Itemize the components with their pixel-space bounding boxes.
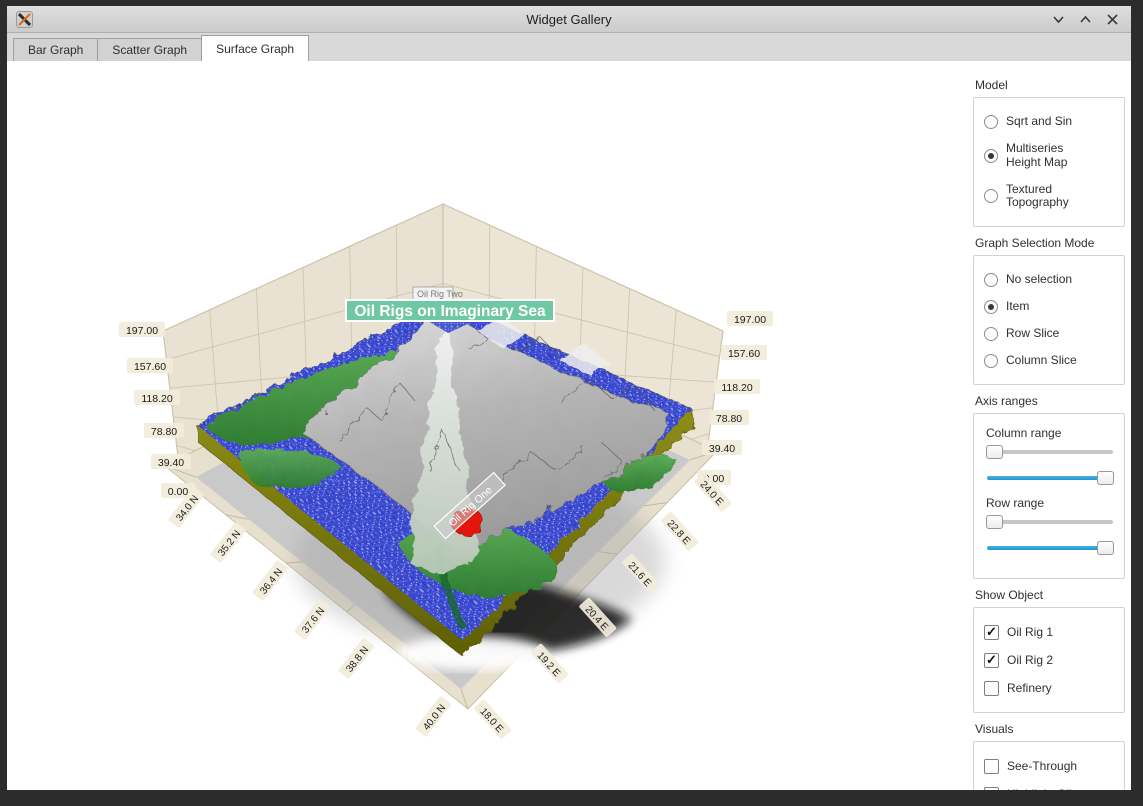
radio-multiseries-height-map[interactable]: Multiseries Height Map bbox=[984, 142, 1116, 170]
svg-text:78.80: 78.80 bbox=[716, 413, 742, 425]
visuals-group-label: Visuals bbox=[975, 722, 1123, 736]
radio-icon[interactable] bbox=[984, 273, 998, 287]
row-range-max-slider[interactable] bbox=[986, 540, 1114, 556]
svg-text:197.00: 197.00 bbox=[734, 314, 766, 326]
svg-text:39.40: 39.40 bbox=[158, 457, 184, 469]
window-title: Widget Gallery bbox=[7, 12, 1131, 27]
tab-bar: Bar Graph Scatter Graph Surface Graph bbox=[7, 33, 1131, 61]
svg-text:Oil Rigs on Imaginary Sea: Oil Rigs on Imaginary Sea bbox=[354, 303, 546, 320]
radio-column-slice[interactable]: Column Slice bbox=[984, 354, 1116, 368]
slider-handle[interactable] bbox=[986, 445, 1003, 459]
svg-text:Oil Rig Two: Oil Rig Two bbox=[417, 289, 463, 299]
column-range-label: Column range bbox=[986, 426, 1114, 440]
svg-text:39.40: 39.40 bbox=[709, 443, 735, 455]
slider-track-filled[interactable] bbox=[987, 546, 1113, 550]
tab-bar-graph[interactable]: Bar Graph bbox=[13, 38, 98, 61]
svg-text:118.20: 118.20 bbox=[141, 393, 172, 405]
radio-sqrt-and-sin[interactable]: Sqrt and Sin bbox=[984, 115, 1116, 129]
slider-handle[interactable] bbox=[1097, 541, 1114, 555]
surface-plot-3d[interactable]: Oil Rig Two Oil Rigs on Imaginary Sea Oi… bbox=[7, 61, 969, 789]
svg-text:197.00: 197.00 bbox=[126, 325, 158, 337]
minimize-icon[interactable] bbox=[1051, 12, 1065, 26]
tab-scatter-graph[interactable]: Scatter Graph bbox=[97, 38, 202, 61]
radio-icon[interactable] bbox=[984, 189, 998, 203]
selection-mode-group: No selection Item Row Slice Column Slice bbox=[973, 255, 1125, 385]
visuals-group: See-Through Highlight Oil Shadows bbox=[973, 741, 1125, 790]
column-range-max-slider[interactable] bbox=[986, 470, 1114, 486]
axis-ranges-group: Column range Row range bbox=[973, 413, 1125, 579]
close-icon[interactable] bbox=[1105, 12, 1119, 26]
tab-surface-graph[interactable]: Surface Graph bbox=[201, 35, 309, 61]
selection-mode-group-label: Graph Selection Mode bbox=[975, 236, 1123, 250]
checkbox-oil-rig-2[interactable]: Oil Rig 2 bbox=[984, 653, 1116, 668]
widget-gallery-window: Widget Gallery Bar Graph Scatter Graph S… bbox=[7, 6, 1131, 790]
svg-text:157.60: 157.60 bbox=[134, 361, 166, 373]
window-frame: Widget Gallery Bar Graph Scatter Graph S… bbox=[0, 0, 1143, 806]
checkbox-see-through[interactable]: See-Through bbox=[984, 759, 1116, 774]
slider-handle[interactable] bbox=[986, 515, 1003, 529]
checkbox-icon-checked[interactable] bbox=[984, 653, 999, 668]
slider-track[interactable] bbox=[987, 520, 1113, 524]
radio-item[interactable]: Item bbox=[984, 300, 1116, 314]
svg-text:118.20: 118.20 bbox=[721, 382, 752, 394]
radio-icon[interactable] bbox=[984, 327, 998, 341]
svg-text:0.00: 0.00 bbox=[168, 486, 189, 498]
checkbox-icon[interactable] bbox=[984, 787, 999, 790]
maximize-icon[interactable] bbox=[1078, 12, 1092, 26]
radio-icon[interactable] bbox=[984, 115, 998, 129]
column-range-min-slider[interactable] bbox=[986, 444, 1114, 460]
oil-rig-two-label[interactable]: Oil Rig Two bbox=[413, 287, 463, 300]
radio-textured-topography[interactable]: Textured Topography bbox=[984, 183, 1116, 211]
radio-icon[interactable] bbox=[984, 354, 998, 368]
radio-icon-selected[interactable] bbox=[984, 300, 998, 314]
surface-graph-page: Oil Rig Two Oil Rigs on Imaginary Sea Oi… bbox=[7, 61, 1131, 790]
checkbox-icon[interactable] bbox=[984, 681, 999, 696]
svg-text:78.80: 78.80 bbox=[151, 426, 177, 438]
model-group: Sqrt and Sin Multiseries Height Map Text… bbox=[973, 97, 1125, 227]
checkbox-icon[interactable] bbox=[984, 759, 999, 774]
titlebar[interactable]: Widget Gallery bbox=[7, 6, 1131, 33]
svg-text:157.60: 157.60 bbox=[728, 348, 760, 360]
radio-no-selection[interactable]: No selection bbox=[984, 273, 1116, 287]
row-range-label: Row range bbox=[986, 496, 1114, 510]
row-range-min-slider[interactable] bbox=[986, 514, 1114, 530]
slider-track[interactable] bbox=[987, 450, 1113, 454]
slider-track-filled[interactable] bbox=[987, 476, 1113, 480]
axis-ranges-group-label: Axis ranges bbox=[975, 394, 1123, 408]
checkbox-refinery[interactable]: Refinery bbox=[984, 681, 1116, 696]
show-object-group: Oil Rig 1 Oil Rig 2 Refinery bbox=[973, 607, 1125, 713]
slider-handle[interactable] bbox=[1097, 471, 1114, 485]
checkbox-icon-checked[interactable] bbox=[984, 625, 999, 640]
checkbox-oil-rig-1[interactable]: Oil Rig 1 bbox=[984, 625, 1116, 640]
model-group-label: Model bbox=[975, 78, 1123, 92]
radio-icon-selected[interactable] bbox=[984, 149, 998, 163]
control-panel: Model Sqrt and Sin Multiseries Height Ma… bbox=[973, 69, 1125, 790]
show-object-group-label: Show Object bbox=[975, 588, 1123, 602]
checkbox-highlight-oil[interactable]: Highlight Oil bbox=[984, 787, 1116, 790]
radio-row-slice[interactable]: Row Slice bbox=[984, 327, 1116, 341]
plot-title: Oil Rigs on Imaginary Sea bbox=[346, 300, 554, 321]
